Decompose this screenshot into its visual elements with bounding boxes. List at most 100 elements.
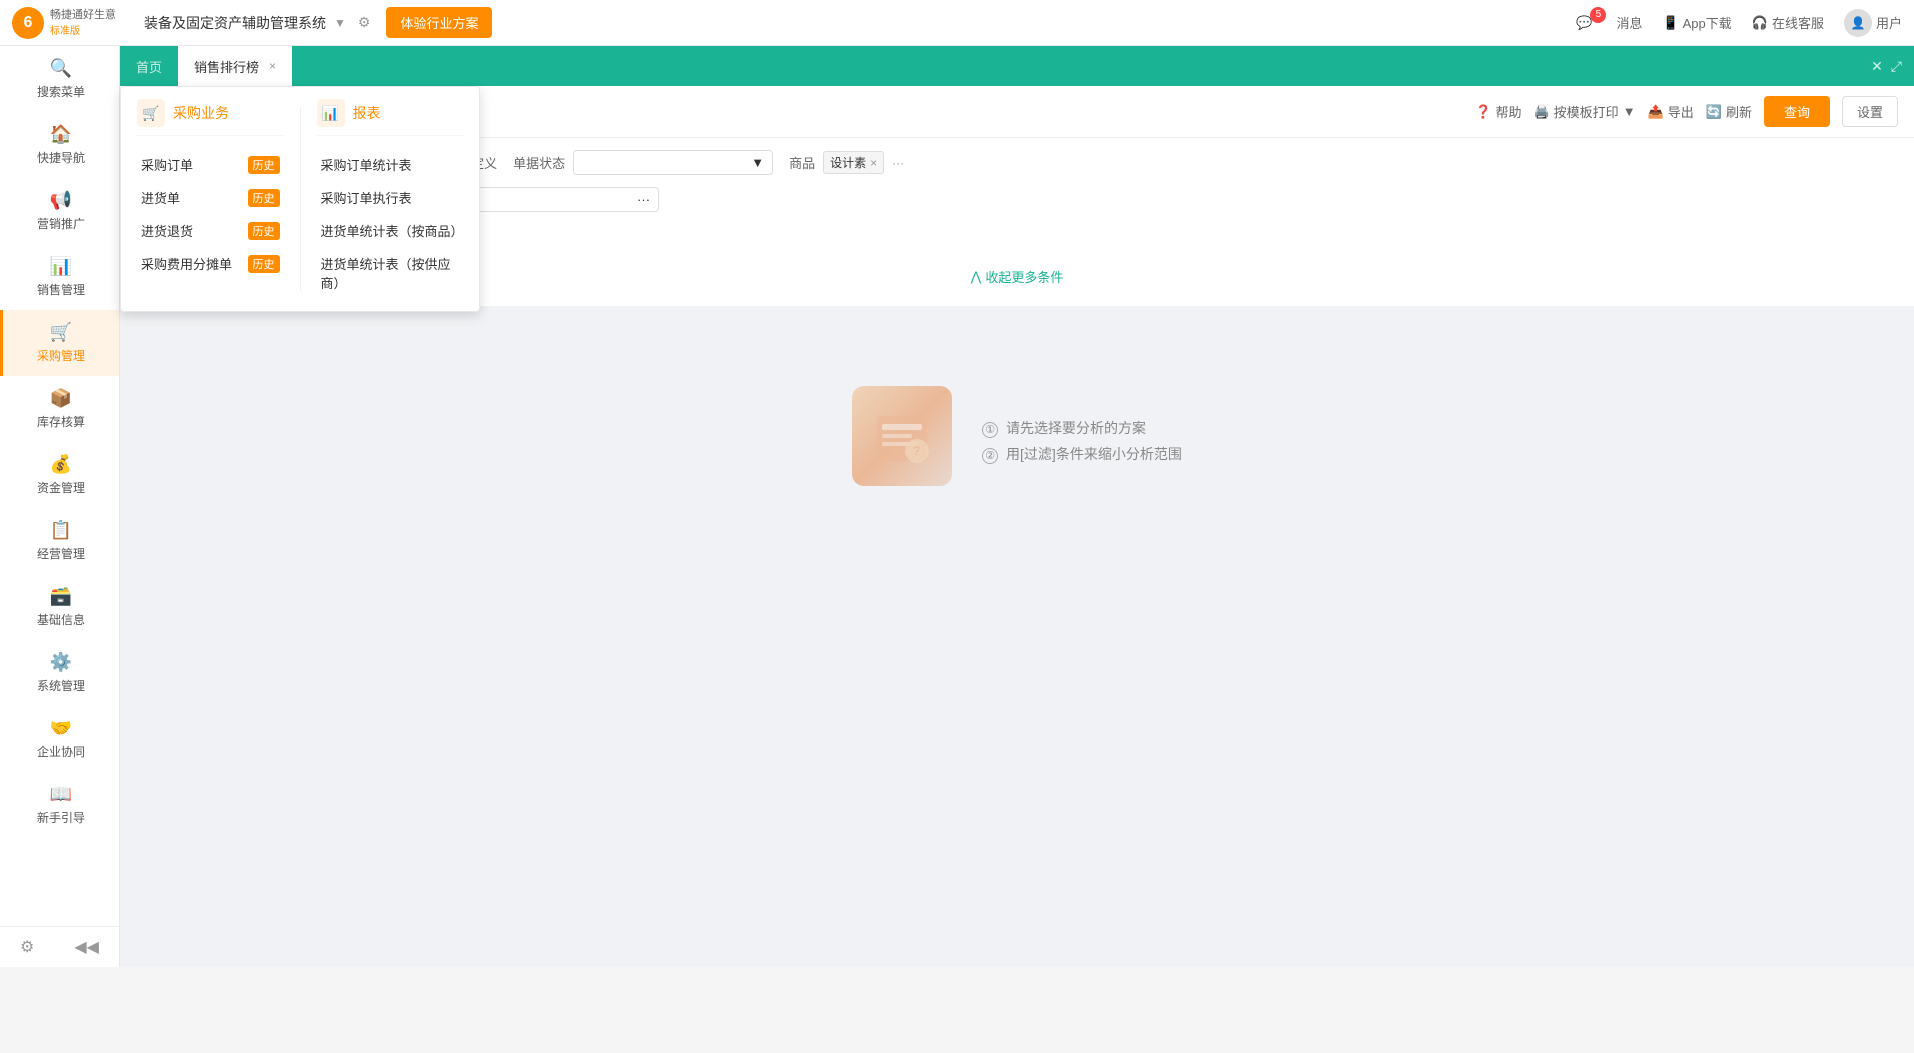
print-action[interactable]: 🖨️ 按模板打印 ▼ xyxy=(1533,102,1635,121)
tab-sales-rank[interactable]: 销售排行榜 × xyxy=(178,46,292,86)
menu-item-goods-return[interactable]: 进货退货 历史 xyxy=(137,214,284,247)
menu-item-purchase-expense[interactable]: 采购费用分摊单 历史 xyxy=(137,247,284,280)
sidebar-item-purchase[interactable]: 🛒 采购管理 xyxy=(0,310,119,376)
purchase-menu-header-icon: 🛒 xyxy=(137,99,165,127)
history-badge-purchase-expense: 历史 xyxy=(248,255,280,273)
query-button[interactable]: 查询 xyxy=(1764,96,1830,127)
sidebar-item-finance[interactable]: 💰 资金管理 xyxy=(0,442,119,508)
menu-item-purchase-order[interactable]: 采购订单 历史 xyxy=(137,148,284,181)
title-dropdown-arrow[interactable]: ▼ xyxy=(334,16,346,30)
user-action[interactable]: 👤 用户 xyxy=(1844,9,1902,37)
message-action[interactable]: 💬 5 消息 xyxy=(1576,13,1642,32)
purchase-menu-col: 🛒 采购业务 采购订单 历史 进货单 历史 进货退货 历史 采购费用分摊单 xyxy=(121,99,300,299)
sidebar-label-basic-info: 基础信息 xyxy=(37,611,85,628)
sidebar-collapse-button[interactable]: ◀◀ xyxy=(74,937,99,957)
sidebar-label-enterprise: 企业协同 xyxy=(37,743,85,760)
service-icon: 🎧 xyxy=(1752,15,1768,31)
history-badge-purchase-order: 历史 xyxy=(248,156,280,174)
home-icon: 🏠 xyxy=(50,124,72,145)
print-dropdown-icon[interactable]: ▼ xyxy=(1623,104,1636,119)
empty-tip1: ① 请先选择要分析的方案 xyxy=(982,418,1182,438)
help-action[interactable]: ❓ 帮助 xyxy=(1475,102,1521,121)
menu-item-goods-receipt-stat-by-goods[interactable]: 进货单统计表（按商品） xyxy=(317,214,464,247)
print-label: 按模板打印 xyxy=(1554,102,1619,121)
sidebar-item-operations[interactable]: 📋 经营管理 xyxy=(0,508,119,574)
menu-item-purchase-order-exec-label: 采购订单执行表 xyxy=(321,188,412,207)
app-download-action[interactable]: 📱 App下载 xyxy=(1662,13,1731,32)
goods-filter-group: 商品 设计素 × ··· xyxy=(789,151,904,174)
tab-home[interactable]: 首页 xyxy=(120,46,178,86)
menu-item-purchase-expense-label: 采购费用分摊单 xyxy=(141,254,232,273)
history-badge-goods-return: 历史 xyxy=(248,222,280,240)
sidebar-item-enterprise[interactable]: 🤝 企业协同 xyxy=(0,706,119,772)
menu-item-goods-receipt-stat-by-supplier[interactable]: 进货单统计表（按供应商） xyxy=(317,247,464,299)
purchase-menu-header: 🛒 采购业务 xyxy=(137,99,284,136)
finance-icon: 💰 xyxy=(50,454,72,475)
export-action[interactable]: 📤 导出 xyxy=(1648,102,1694,121)
settings-button[interactable]: 设置 xyxy=(1842,96,1898,127)
avatar: 👤 xyxy=(1844,9,1872,37)
system-settings-icon[interactable]: ⚙ xyxy=(358,14,371,31)
report-menu-title: 报表 xyxy=(353,103,381,123)
goods-tag-close[interactable]: × xyxy=(870,156,877,170)
refresh-icon: 🔄 xyxy=(1706,104,1722,120)
enterprise-icon: 🤝 xyxy=(50,718,72,739)
sidebar-item-inventory[interactable]: 📦 库存核算 xyxy=(0,376,119,442)
goods-tag: 设计素 × xyxy=(823,151,884,174)
tab-home-label: 首页 xyxy=(136,57,162,76)
tab-close-icon[interactable]: × xyxy=(269,59,276,73)
menu-item-purchase-order-stat[interactable]: 采购订单统计表 xyxy=(317,148,464,181)
export-icon: 📤 xyxy=(1648,104,1664,120)
service-label: 在线客服 xyxy=(1772,13,1824,32)
sidebar-label-purchase: 采购管理 xyxy=(37,347,85,364)
basic-info-icon: 🗃️ xyxy=(50,586,72,607)
inventory-icon: 📦 xyxy=(50,388,72,409)
sidebar-label-marketing: 营销推广 xyxy=(37,215,85,232)
salesperson-more-icon[interactable]: ··· xyxy=(637,192,650,207)
logo-text: 畅捷通好生意 标准版 xyxy=(50,8,116,37)
app-label: App下载 xyxy=(1683,13,1732,32)
history-badge-goods-receipt: 历史 xyxy=(248,189,280,207)
status-select[interactable]: ▼ xyxy=(573,150,773,175)
header-right: 💬 5 消息 📱 App下载 🎧 在线客服 👤 用户 xyxy=(1576,9,1902,37)
tab-close-all-icon[interactable]: ✕ xyxy=(1871,58,1883,75)
status-label: 单据状态 xyxy=(513,153,565,172)
refresh-action[interactable]: 🔄 刷新 xyxy=(1706,102,1752,121)
menu-item-purchase-order-exec[interactable]: 采购订单执行表 xyxy=(317,181,464,214)
system-title: 装备及固定资产辅助管理系统 xyxy=(144,13,326,33)
message-label: 消息 xyxy=(1616,13,1642,32)
sidebar-label-system: 系统管理 xyxy=(37,677,85,694)
report-menu-header-icon: 📊 xyxy=(317,99,345,127)
operations-icon: 📋 xyxy=(50,520,72,541)
tab-expand-icon[interactable]: ⤢ xyxy=(1891,58,1902,75)
sidebar-item-sales[interactable]: 📊 销售管理 xyxy=(0,244,119,310)
sidebar-item-quick-nav[interactable]: 🏠 快捷导航 xyxy=(0,112,119,178)
sidebar-settings-button[interactable]: ⚙ xyxy=(20,937,34,957)
menu-item-goods-return-label: 进货退货 xyxy=(141,221,193,240)
salesperson-select[interactable]: ··· xyxy=(459,187,659,212)
sidebar-label-operations: 经营管理 xyxy=(37,545,85,562)
dropdown-menu: 🛒 采购业务 采购订单 历史 进货单 历史 进货退货 历史 采购费用分摊单 xyxy=(120,86,480,312)
goods-more-icon[interactable]: ··· xyxy=(892,156,904,170)
search-icon: 🔍 xyxy=(50,58,72,79)
dropdown-overlay: 🛒 采购业务 采购订单 历史 进货单 历史 进货退货 历史 采购费用分摊单 xyxy=(120,86,480,312)
app-icon: 📱 xyxy=(1662,15,1678,31)
sidebar-item-basic-info[interactable]: 🗃️ 基础信息 xyxy=(0,574,119,640)
purchase-icon: 🛒 xyxy=(50,322,72,343)
system-icon: ⚙️ xyxy=(50,652,72,673)
menu-item-goods-receipt[interactable]: 进货单 历史 xyxy=(137,181,284,214)
status-value xyxy=(582,155,586,170)
sidebar-item-search[interactable]: 🔍 搜索菜单 xyxy=(0,46,119,112)
industry-button[interactable]: 体验行业方案 xyxy=(386,7,492,38)
sidebar-item-marketing[interactable]: 📢 营销推广 xyxy=(0,178,119,244)
menu-item-goods-receipt-stat-by-supplier-label: 进货单统计表（按供应商） xyxy=(321,254,460,292)
sidebar-item-guide[interactable]: 📖 新手引导 xyxy=(0,772,119,838)
sidebar: 🔍 搜索菜单 🏠 快捷导航 📢 营销推广 📊 销售管理 🛒 采购管理 📦 库存核… xyxy=(0,46,120,967)
purchase-menu-title: 采购业务 xyxy=(173,103,229,123)
help-label: 帮助 xyxy=(1495,102,1521,121)
sidebar-item-system[interactable]: ⚙️ 系统管理 xyxy=(0,640,119,706)
guide-icon: 📖 xyxy=(50,784,72,805)
sidebar-label-finance: 资金管理 xyxy=(37,479,85,496)
menu-item-goods-receipt-stat-by-goods-label: 进货单统计表（按商品） xyxy=(321,221,460,240)
online-service-action[interactable]: 🎧 在线客服 xyxy=(1752,13,1824,32)
